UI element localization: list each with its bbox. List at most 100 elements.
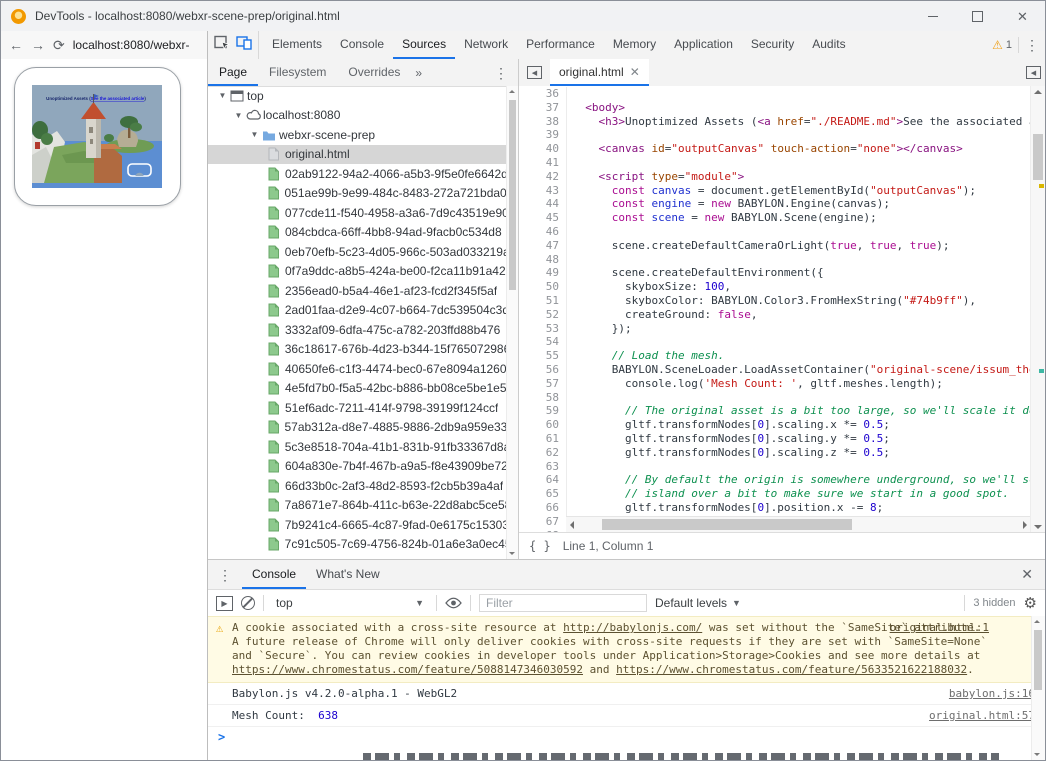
error-warning-badge[interactable]: ⚠ 1	[992, 38, 1012, 52]
tab-network[interactable]: Network	[455, 31, 517, 59]
tree-item-asset[interactable]: 5c3e8518-704a-41b1-831b-91fb33367d8a	[208, 437, 507, 457]
clear-console-icon[interactable]	[241, 596, 255, 610]
console-source-link[interactable]: babylon.js:16	[949, 687, 1035, 700]
tree-item-asset[interactable]: 084cbdca-66ff-4bb8-94ad-9facb0c534d8	[208, 223, 507, 243]
scrollbar-thumb[interactable]	[1034, 630, 1042, 690]
tree-item-asset[interactable]: 2356ead0-b5a4-46e1-af23-fcd2f345f5af	[208, 281, 507, 301]
eye-icon[interactable]	[445, 597, 462, 609]
log-levels-select[interactable]: Default levels ▼	[655, 596, 741, 610]
tree-item-asset[interactable]: 66d33b0c-2af3-48d2-8593-f2cb5b39a4af	[208, 476, 507, 496]
console-scrollbar[interactable]	[1031, 616, 1045, 760]
expand-arrow-icon[interactable]: ▼	[218, 91, 227, 100]
tree-item-asset[interactable]: 0eb70efb-5c23-4d05-966c-503ad033219a	[208, 242, 507, 262]
expand-arrow-icon[interactable]: ▼	[234, 111, 243, 120]
scroll-up-icon[interactable]	[1034, 90, 1042, 94]
tree-item-asset[interactable]: 2ad01faa-d2e9-4c07-b664-7dc539504c3d	[208, 301, 507, 321]
tree-item-asset[interactable]: 051ae99b-9e99-484c-8483-272a721bda03	[208, 184, 507, 204]
forward-icon[interactable]: →	[31, 38, 45, 52]
code-viewport[interactable]: 36 37 <body> 38 <h3>Unoptimized Assets (<a…	[519, 86, 1045, 533]
navigator-scrollbar[interactable]	[506, 86, 518, 559]
webgl-canvas-preview[interactable]: Unoptimized Assets (See the associated a…	[32, 85, 162, 188]
console-prompt[interactable]: >	[208, 727, 1045, 747]
back-icon[interactable]: ←	[9, 38, 23, 52]
console-message: Mesh Count: 638 original.html:57	[208, 705, 1045, 727]
tree-item-asset[interactable]: 0f7a9ddc-a8b5-424a-be00-f2ca11b91a42	[208, 262, 507, 282]
close-button[interactable]: ✕	[1000, 1, 1045, 31]
tab-performance[interactable]: Performance	[517, 31, 604, 59]
scrollbar-thumb[interactable]	[602, 519, 852, 530]
tree-item-asset[interactable]: 36c18617-676b-4d23-b344-15f765072986	[208, 340, 507, 360]
scroll-right-icon[interactable]	[1023, 521, 1027, 529]
more-tabs-icon[interactable]: »	[411, 59, 426, 86]
tree-item-asset[interactable]: 3332af09-6dfa-475c-a782-203ffd88b476	[208, 320, 507, 340]
maximize-button[interactable]	[955, 1, 1000, 31]
device-toolbar-icon[interactable]	[236, 35, 252, 55]
console-sidebar-icon[interactable]: ▶	[216, 595, 233, 611]
editor-vertical-scrollbar[interactable]	[1030, 86, 1045, 533]
expand-arrow-icon[interactable]: ▼	[250, 130, 259, 139]
tree-item-asset[interactable]: 604a830e-7b4f-467b-a9a5-f8e43909be72	[208, 457, 507, 477]
scroll-left-icon[interactable]	[570, 521, 574, 529]
close-drawer-icon[interactable]: ✕	[1009, 560, 1045, 589]
pretty-print-icon[interactable]: { }	[529, 539, 551, 553]
close-tab-icon[interactable]: ✕	[630, 65, 640, 79]
drawer-menu-icon[interactable]: ⋮	[208, 560, 242, 589]
console-settings-gear-icon[interactable]: ⚙	[1024, 596, 1037, 611]
file-icon-green	[268, 420, 284, 434]
tree-item-asset[interactable]: 57ab312a-d8e7-4885-9886-2db9a959e33b	[208, 418, 507, 438]
inspect-element-icon[interactable]	[214, 35, 231, 55]
tab-audits[interactable]: Audits	[803, 31, 854, 59]
drawer-tab-console[interactable]: Console	[242, 560, 307, 589]
editor-tab-original-html[interactable]: original.html ✕	[550, 59, 649, 86]
tree-item-top[interactable]: ▼ top	[208, 86, 507, 106]
scroll-up-icon[interactable]	[1034, 620, 1040, 623]
scroll-down-icon[interactable]	[1034, 753, 1040, 756]
code-line-46: 46	[519, 224, 1031, 239]
tree-item-asset[interactable]: 40650fe6-c1f3-4474-bec0-67e8094a1260	[208, 359, 507, 379]
drawer-tab-what-s-new[interactable]: What's New	[306, 560, 390, 589]
show-debugger-icon[interactable]: ◀	[1018, 59, 1045, 86]
navigator-tab-page[interactable]: Page	[208, 59, 259, 86]
navigator-menu-icon[interactable]: ⋮	[484, 59, 518, 86]
tree-item-asset[interactable]: 077cde11-f540-4958-a3a6-7d9c43519e90	[208, 203, 507, 223]
navigator-tab-overrides[interactable]: Overrides	[337, 59, 411, 86]
scroll-up-icon[interactable]	[509, 90, 515, 93]
tree-item-asset[interactable]: 7a8671e7-864b-411c-b63e-22d8abc5ce58	[208, 496, 507, 516]
filter-input[interactable]: Filter	[479, 594, 647, 612]
reload-icon[interactable]: ⟳	[53, 38, 65, 52]
tree-item-asset[interactable]: 51ef6adc-7211-414f-9798-39199f124ccf	[208, 398, 507, 418]
tree-item-asset[interactable]: 7b9241c4-6665-4c87-9fad-0e6175c15303	[208, 515, 507, 535]
tab-console[interactable]: Console	[331, 31, 393, 59]
tree-item-asset[interactable]: 7c91c505-7c69-4756-824b-01a6e3a0ec45	[208, 535, 507, 555]
console-source-link[interactable]: original.html:1	[890, 621, 989, 635]
warning-link[interactable]: https://www.chromestatus.com/feature/563…	[616, 663, 967, 676]
console-toolbar: ▶ top ▼ Filter Default levels ▼ 3 hidden…	[208, 590, 1045, 617]
minimize-button[interactable]	[910, 1, 955, 31]
tree-item-asset[interactable]: 4e5fd7b0-f5a5-42bc-b886-bb08ce5be1e5	[208, 379, 507, 399]
console-source-link[interactable]: original.html:57	[929, 709, 1035, 722]
devtools-menu-icon[interactable]: ⋮	[1025, 38, 1039, 52]
tree-item-asset[interactable]: 02ab9122-94a2-4066-a5b3-9f5e0fe6642d	[208, 164, 507, 184]
source-editor: ◀ original.html ✕ ◀ 36 37 <body> 38 <h3>Un…	[519, 59, 1045, 559]
tree-item-original-html[interactable]: original.html	[208, 144, 507, 164]
tab-application[interactable]: Application	[665, 31, 742, 59]
tab-security[interactable]: Security	[742, 31, 803, 59]
scroll-down-icon[interactable]	[509, 552, 515, 555]
tree-item-folder[interactable]: ▼ webxr-scene-prep	[208, 125, 507, 145]
tab-memory[interactable]: Memory	[604, 31, 665, 59]
execution-context-select[interactable]: top ▼	[272, 596, 428, 610]
scrollbar-thumb[interactable]	[1033, 134, 1043, 180]
tab-elements[interactable]: Elements	[263, 31, 331, 59]
address-bar[interactable]: localhost:8080/webxr-	[73, 38, 190, 52]
hide-navigator-icon[interactable]: ◀	[519, 59, 550, 86]
navigator-tab-filesystem[interactable]: Filesystem	[258, 59, 337, 86]
tab-sources[interactable]: Sources	[393, 31, 456, 59]
preview-article-link[interactable]: See the associated article	[91, 96, 145, 101]
warning-link[interactable]: http://babylonjs.com/	[563, 621, 702, 634]
scrollbar-thumb[interactable]	[509, 100, 516, 290]
warning-link[interactable]: https://www.chromestatus.com/feature/508…	[232, 663, 583, 676]
scroll-down-icon[interactable]	[1034, 525, 1042, 529]
tree-item-host[interactable]: ▼ localhost:8080	[208, 106, 507, 126]
frame-icon	[230, 90, 247, 102]
editor-horizontal-scrollbar[interactable]	[566, 516, 1031, 533]
